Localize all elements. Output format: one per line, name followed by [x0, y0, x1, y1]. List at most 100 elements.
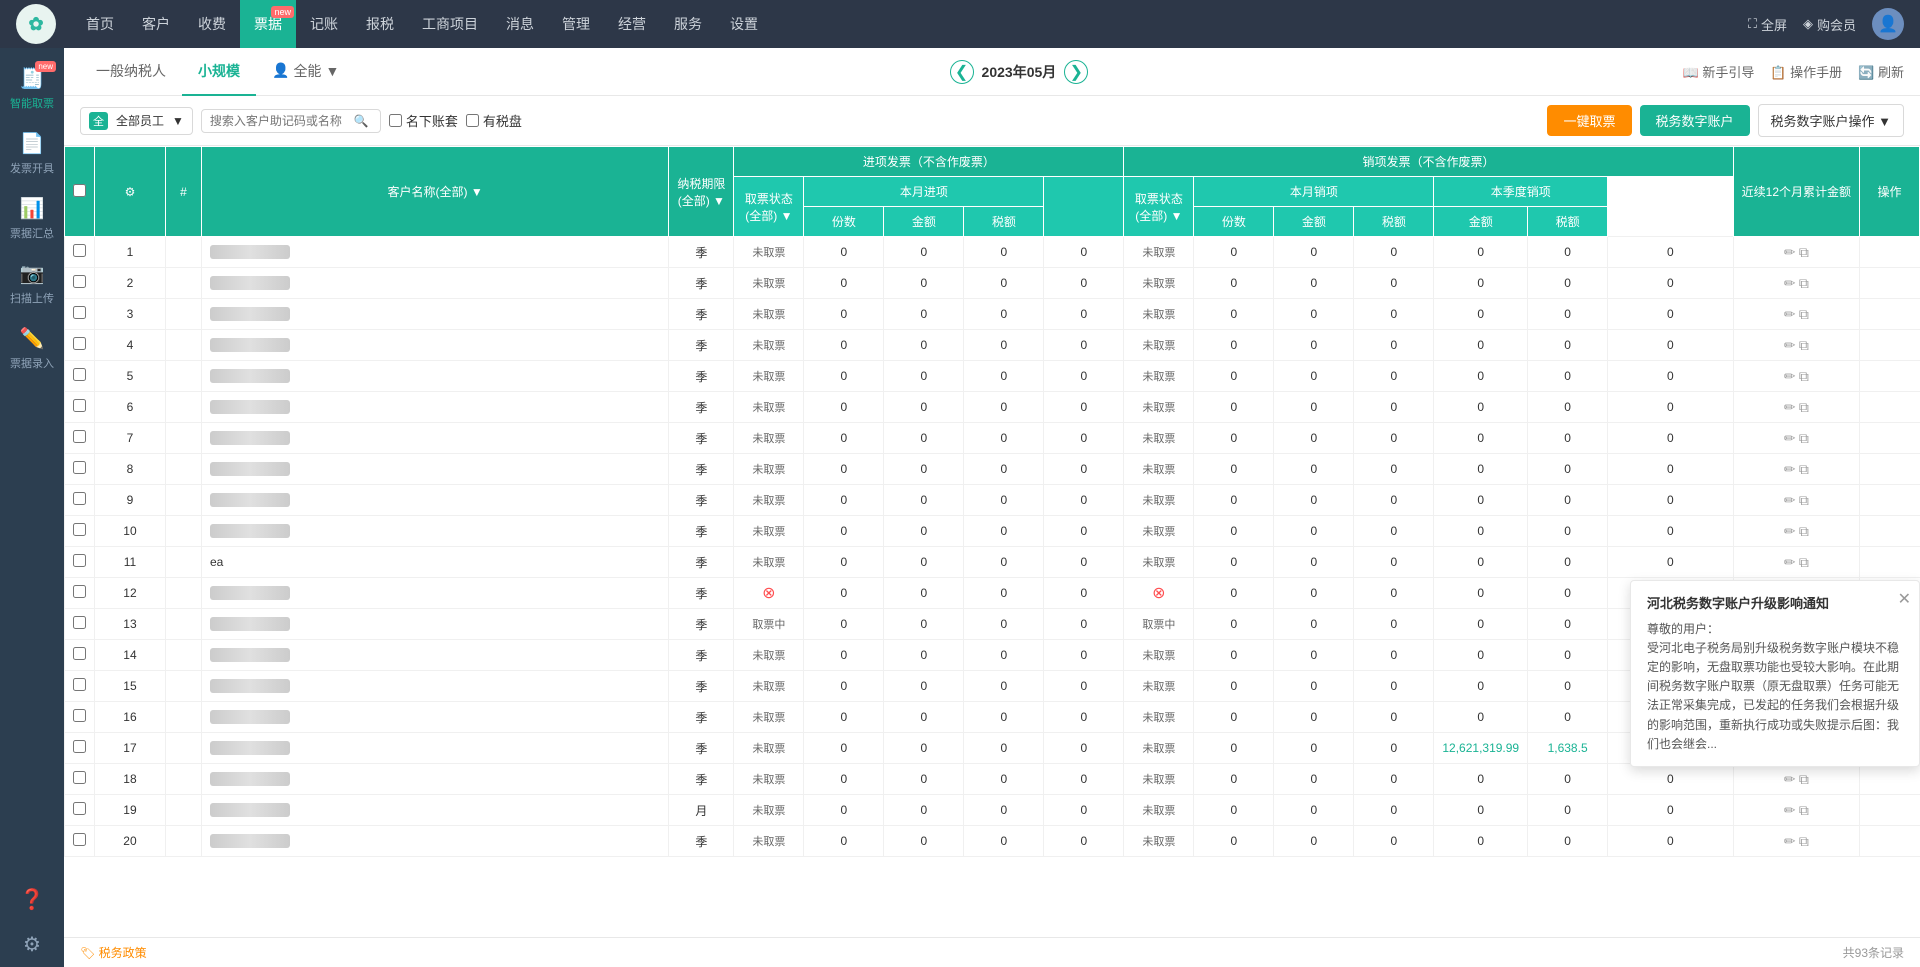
has-tax-checkbox[interactable] [466, 114, 479, 127]
row-check[interactable] [65, 671, 95, 702]
row-check[interactable] [65, 578, 95, 609]
sidebar-item-bottom[interactable]: ⚙ [0, 922, 64, 967]
copy-icon[interactable]: ⧉ [1799, 306, 1809, 322]
search-icon[interactable]: 🔍 [354, 114, 369, 128]
row-check[interactable] [65, 826, 95, 857]
copy-icon[interactable]: ⧉ [1799, 430, 1809, 446]
edit-icon[interactable]: ✏ [1784, 492, 1796, 508]
edit-icon[interactable]: ✏ [1784, 461, 1796, 477]
row-name[interactable] [201, 299, 668, 330]
edit-icon[interactable]: ✏ [1784, 802, 1796, 818]
sidebar-item-smart-invoice[interactable]: 🧾 智能取票 new [0, 56, 64, 121]
edit-icon[interactable]: ✏ [1784, 244, 1796, 260]
row-name[interactable]: ea [201, 547, 668, 578]
nav-service[interactable]: 服务 [660, 0, 716, 48]
manual-btn[interactable]: 📋 操作手册 [1770, 62, 1842, 81]
next-month-btn[interactable]: ❯ [1064, 60, 1088, 84]
row-name[interactable] [201, 826, 668, 857]
prev-month-btn[interactable]: ❮ [950, 60, 974, 84]
th-config[interactable]: ⚙ [95, 147, 166, 237]
sub-account-filter[interactable]: 名下账套 [389, 111, 458, 130]
row-name[interactable] [201, 671, 668, 702]
edit-icon[interactable]: ✏ [1784, 554, 1796, 570]
row-check[interactable] [65, 454, 95, 485]
nav-manage[interactable]: 管理 [548, 0, 604, 48]
copy-icon[interactable]: ⧉ [1799, 771, 1809, 787]
row-name[interactable] [201, 392, 668, 423]
tax-policy-link[interactable]: 🏷 税务政策 [80, 944, 147, 961]
row-name[interactable] [201, 733, 668, 764]
row-check[interactable] [65, 516, 95, 547]
sidebar-item-entry[interactable]: ✏️ 票据录入 [0, 316, 64, 381]
member-btn[interactable]: ◈ 购会员 [1803, 15, 1856, 34]
row-check[interactable] [65, 330, 95, 361]
edit-icon[interactable]: ✏ [1784, 368, 1796, 384]
th-out-status[interactable]: 取票状态(全部) ▼ [1124, 177, 1194, 237]
row-name[interactable] [201, 485, 668, 516]
new-guide-btn[interactable]: 📖 新手引导 [1683, 62, 1755, 81]
row-name[interactable] [201, 795, 668, 826]
row-name[interactable] [201, 764, 668, 795]
row-check[interactable] [65, 609, 95, 640]
row-check[interactable] [65, 795, 95, 826]
copy-icon[interactable]: ⧉ [1799, 554, 1809, 570]
tab-small-scale[interactable]: 小规模 [182, 48, 256, 96]
row-check[interactable] [65, 547, 95, 578]
copy-icon[interactable]: ⧉ [1799, 275, 1809, 291]
copy-icon[interactable]: ⧉ [1799, 461, 1809, 477]
row-name[interactable] [201, 361, 668, 392]
sidebar-item-help[interactable]: ❓ [0, 877, 64, 922]
sidebar-item-summary[interactable]: 📊 票据汇总 [0, 186, 64, 251]
nav-fee[interactable]: 收费 [184, 0, 240, 48]
copy-icon[interactable]: ⧉ [1799, 337, 1809, 353]
row-name[interactable] [201, 640, 668, 671]
edit-icon[interactable]: ✏ [1784, 771, 1796, 787]
nav-customer[interactable]: 客户 [128, 0, 184, 48]
copy-icon[interactable]: ⧉ [1799, 523, 1809, 539]
copy-icon[interactable]: ⧉ [1799, 802, 1809, 818]
row-check[interactable] [65, 733, 95, 764]
fullscreen-btn[interactable]: ⛶ 全屏 [1748, 15, 1787, 34]
edit-icon[interactable]: ✏ [1784, 306, 1796, 322]
row-check[interactable] [65, 423, 95, 454]
row-name[interactable] [201, 454, 668, 485]
copy-icon[interactable]: ⧉ [1799, 399, 1809, 415]
th-period[interactable]: 纳税期限(全部) ▼ [669, 147, 734, 237]
edit-icon[interactable]: ✏ [1784, 337, 1796, 353]
tax-digital-btn[interactable]: 税务数字账户 [1640, 105, 1750, 136]
edit-icon[interactable]: ✏ [1784, 833, 1796, 849]
notification-close[interactable]: ✕ [1898, 589, 1911, 609]
search-input[interactable] [210, 114, 350, 128]
nav-operation[interactable]: 经营 [604, 0, 660, 48]
tab-all[interactable]: 👤 全能 ▼ [256, 48, 355, 96]
nav-message[interactable]: 消息 [492, 0, 548, 48]
has-tax-filter[interactable]: 有税盘 [466, 111, 522, 130]
tab-general[interactable]: 一般纳税人 [80, 48, 182, 96]
row-check[interactable] [65, 640, 95, 671]
edit-icon[interactable]: ✏ [1784, 523, 1796, 539]
row-name[interactable] [201, 423, 668, 454]
row-check[interactable] [65, 392, 95, 423]
copy-icon[interactable]: ⧉ [1799, 833, 1809, 849]
nav-home[interactable]: 首页 [72, 0, 128, 48]
nav-tax[interactable]: 报税 [352, 0, 408, 48]
tax-ops-btn[interactable]: 税务数字账户操作 ▼ [1758, 104, 1904, 137]
copy-icon[interactable]: ⧉ [1799, 244, 1809, 260]
row-check[interactable] [65, 299, 95, 330]
row-check[interactable] [65, 237, 95, 268]
refresh-btn[interactable]: 🔄 刷新 [1858, 62, 1904, 81]
row-check[interactable] [65, 764, 95, 795]
copy-icon[interactable]: ⧉ [1799, 368, 1809, 384]
th-name[interactable]: 客户名称(全部) ▼ [201, 147, 668, 237]
edit-icon[interactable]: ✏ [1784, 430, 1796, 446]
row-name[interactable] [201, 702, 668, 733]
sidebar-item-scan[interactable]: 📷 扫描上传 [0, 251, 64, 316]
edit-icon[interactable]: ✏ [1784, 275, 1796, 291]
row-name[interactable] [201, 578, 668, 609]
row-name[interactable] [201, 516, 668, 547]
row-name[interactable] [201, 237, 668, 268]
row-name[interactable] [201, 609, 668, 640]
user-avatar[interactable]: 👤 [1872, 8, 1904, 40]
edit-icon[interactable]: ✏ [1784, 399, 1796, 415]
th-in-status[interactable]: 取票状态(全部) ▼ [734, 177, 804, 237]
